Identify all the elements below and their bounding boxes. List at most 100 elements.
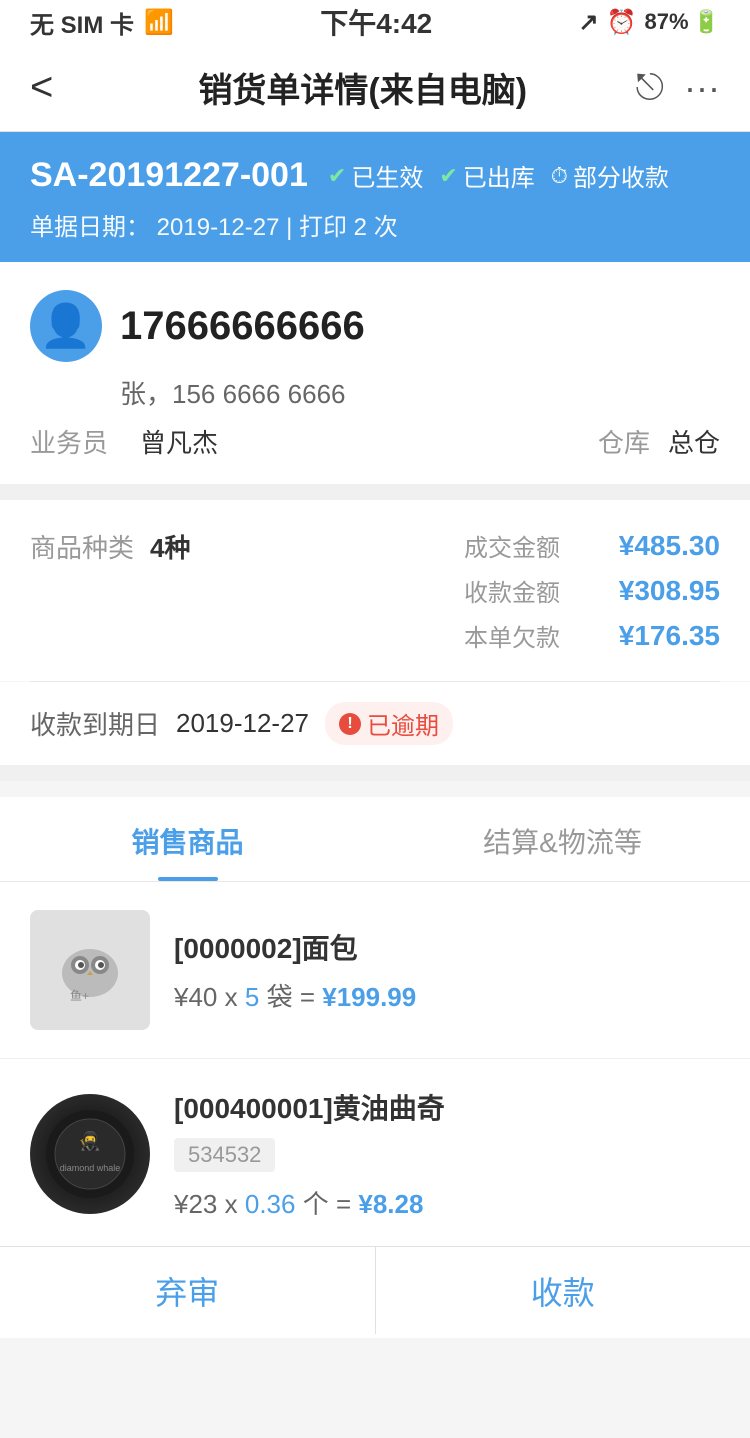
product-multiply-1: x <box>225 982 245 1012</box>
product-unit-2: 个 <box>303 1189 329 1219</box>
product-qty-2: 0.36 <box>245 1189 296 1219</box>
received-label: 收款金额 <box>464 573 560 608</box>
wifi-icon: 📶 <box>144 8 174 37</box>
product-thumb-2: 🥷 diamond whale <box>30 1094 150 1214</box>
product-multiply-2: x <box>225 1189 245 1219</box>
share-icon[interactable]: ⎋ <box>636 66 664 109</box>
due-date-value: 2019-12-27 <box>176 708 309 739</box>
warehouse-label: 仓库 <box>598 423 668 460</box>
product-price-1: ¥40 <box>174 982 217 1012</box>
back-icon: < <box>30 65 53 109</box>
cookie-brand-icon: 🥷 diamond whale <box>45 1109 135 1199</box>
location-icon: ↗ <box>579 8 599 37</box>
due-section: 收款到期日 2019-12-27 ! 已逾期 <box>0 682 750 765</box>
product-price-row-1: ¥40 x 5 袋 = ¥199.99 <box>174 977 720 1014</box>
customer-sub: 张，156 6666 6666 <box>30 374 720 411</box>
discard-button[interactable]: 弃审 <box>0 1247 376 1334</box>
svg-text:diamond whale: diamond whale <box>60 1163 121 1173</box>
customer-username: 17666666666 <box>120 304 365 349</box>
status-right: ↗ ⏰ 87% 🔋 <box>579 8 720 37</box>
section-divider-1 <box>0 484 750 500</box>
product-total-1: ¥199.99 <box>322 982 416 1012</box>
received-row: 收款金额 ¥308.95 <box>464 573 720 608</box>
debt-value: ¥176.35 <box>580 620 720 652</box>
customer-info-row: 业务员 曾凡杰 仓库 总仓 <box>30 423 720 460</box>
meta-date-value: 2019-12-27 <box>157 214 280 241</box>
product-price-row-2: ¥23 x 0.36 个 = ¥8.28 <box>174 1184 720 1221</box>
debt-row: 本单欠款 ¥176.35 <box>464 618 720 653</box>
product-item-2: 🥷 diamond whale [000400001]黄油曲奇 534532 ¥… <box>0 1059 750 1250</box>
product-item-1: 鱼+ [0000002]面包 ¥40 x 5 袋 = ¥199.99 <box>0 882 750 1059</box>
status-left: 无 SIM 卡 📶 <box>30 5 174 40</box>
back-button[interactable]: < <box>30 65 90 110</box>
check-icon-1: ✔ <box>328 163 346 189</box>
amount-label: 成交金额 <box>464 528 560 563</box>
customer-section: 👤 17666666666 张，156 6666 6666 业务员 曾凡杰 仓库… <box>0 262 750 484</box>
battery-icon: 🔋 <box>693 9 720 35</box>
product-name-1: [0000002]面包 <box>174 927 720 967</box>
clock-icon: ⏱ <box>551 163 568 189</box>
order-badges: ✔ 已生效 ✔ 已出库 ⏱ 部分收款 <box>328 158 669 193</box>
badge-partial: ⏱ 部分收款 <box>551 158 669 193</box>
owl-icon: 鱼+ <box>55 935 125 1005</box>
order-header-top: SA-20191227-001 ✔ 已生效 ✔ 已出库 ⏱ 部分收款 <box>30 156 720 195</box>
category-label: 商品种类 <box>30 528 134 565</box>
customer-top: 👤 17666666666 <box>30 290 720 362</box>
summary-right: 成交金额 ¥485.30 收款金额 ¥308.95 本单欠款 ¥176.35 <box>464 528 720 653</box>
tabs-section: 销售商品 结算&物流等 <box>0 797 750 882</box>
order-id: SA-20191227-001 <box>30 156 308 195</box>
overdue-dot-icon: ! <box>339 713 361 735</box>
overdue-badge: ! 已逾期 <box>325 702 453 745</box>
order-meta: 单据日期： 2019-12-27 | 打印 2 次 <box>30 207 720 242</box>
summary-left: 商品种类 4种 <box>30 528 464 653</box>
product-price-2: ¥23 <box>174 1189 217 1219</box>
product-name-2: [000400001]黄油曲奇 <box>174 1087 720 1127</box>
product-qty-1: 5 <box>245 982 259 1012</box>
badge-active: ✔ 已生效 <box>328 158 423 193</box>
product-sku-badge-2: 534532 <box>174 1138 275 1172</box>
category-count: 4种 <box>150 528 190 565</box>
warehouse-name: 总仓 <box>668 423 720 460</box>
summary-section: 商品种类 4种 成交金额 ¥485.30 收款金额 ¥308.95 本单欠款 ¥… <box>0 500 750 681</box>
sales-label: 业务员 <box>30 423 140 460</box>
product-info-2: [000400001]黄油曲奇 534532 ¥23 x 0.36 个 = ¥8… <box>174 1087 720 1221</box>
product-total-2: ¥8.28 <box>358 1189 423 1219</box>
order-header: SA-20191227-001 ✔ 已生效 ✔ 已出库 ⏱ 部分收款 单据日期：… <box>0 132 750 262</box>
tab-sales-products[interactable]: 销售商品 <box>0 797 375 881</box>
user-icon: 👤 <box>40 302 92 351</box>
status-bar: 无 SIM 卡 📶 下午4:42 ↗ ⏰ 87% 🔋 <box>0 0 750 44</box>
more-icon[interactable]: ··· <box>684 67 720 109</box>
product-info-1: [0000002]面包 ¥40 x 5 袋 = ¥199.99 <box>174 927 720 1014</box>
amount-value: ¥485.30 <box>580 530 720 562</box>
category-row: 商品种类 4种 <box>30 528 464 565</box>
debt-label: 本单欠款 <box>464 618 560 653</box>
product-thumb-1: 鱼+ <box>30 910 150 1030</box>
avatar: 👤 <box>30 290 102 362</box>
product-thumb-inner-2: 🥷 diamond whale <box>30 1094 150 1214</box>
overdue-text: 已逾期 <box>367 706 439 741</box>
check-icon-2: ✔ <box>439 163 457 189</box>
due-label: 收款到期日 <box>30 705 160 742</box>
meta-date-label: 单据日期： <box>30 214 150 241</box>
nav-bar: < 销货单详情(来自电脑) ⎋ ··· <box>0 44 750 132</box>
product-thumb-placeholder-1: 鱼+ <box>30 910 150 1030</box>
page-title: 销货单详情(来自电脑) <box>198 63 527 112</box>
product-equals-2: = <box>336 1189 358 1219</box>
collect-payment-button[interactable]: 收款 <box>376 1247 750 1334</box>
tab-settlement[interactable]: 结算&物流等 <box>375 797 750 881</box>
received-value: ¥308.95 <box>580 575 720 607</box>
alarm-icon: ⏰ <box>607 8 637 37</box>
product-unit-1: 袋 <box>267 982 293 1012</box>
nav-actions: ⎋ ··· <box>636 66 720 109</box>
svg-text:🥷: 🥷 <box>79 1130 101 1151</box>
carrier-text: 无 SIM 卡 <box>30 5 134 40</box>
battery-display: 87% 🔋 <box>645 9 720 35</box>
amount-row: 成交金额 ¥485.30 <box>464 528 720 563</box>
section-divider-2 <box>0 765 750 781</box>
time-display: 下午4:42 <box>320 2 432 42</box>
badge-shipped: ✔ 已出库 <box>439 158 534 193</box>
svg-text:鱼+: 鱼+ <box>70 989 89 1003</box>
product-equals-1: = <box>300 982 322 1012</box>
meta-print-info: | 打印 2 次 <box>286 214 398 241</box>
bottom-actions: 弃审 收款 <box>0 1246 750 1334</box>
